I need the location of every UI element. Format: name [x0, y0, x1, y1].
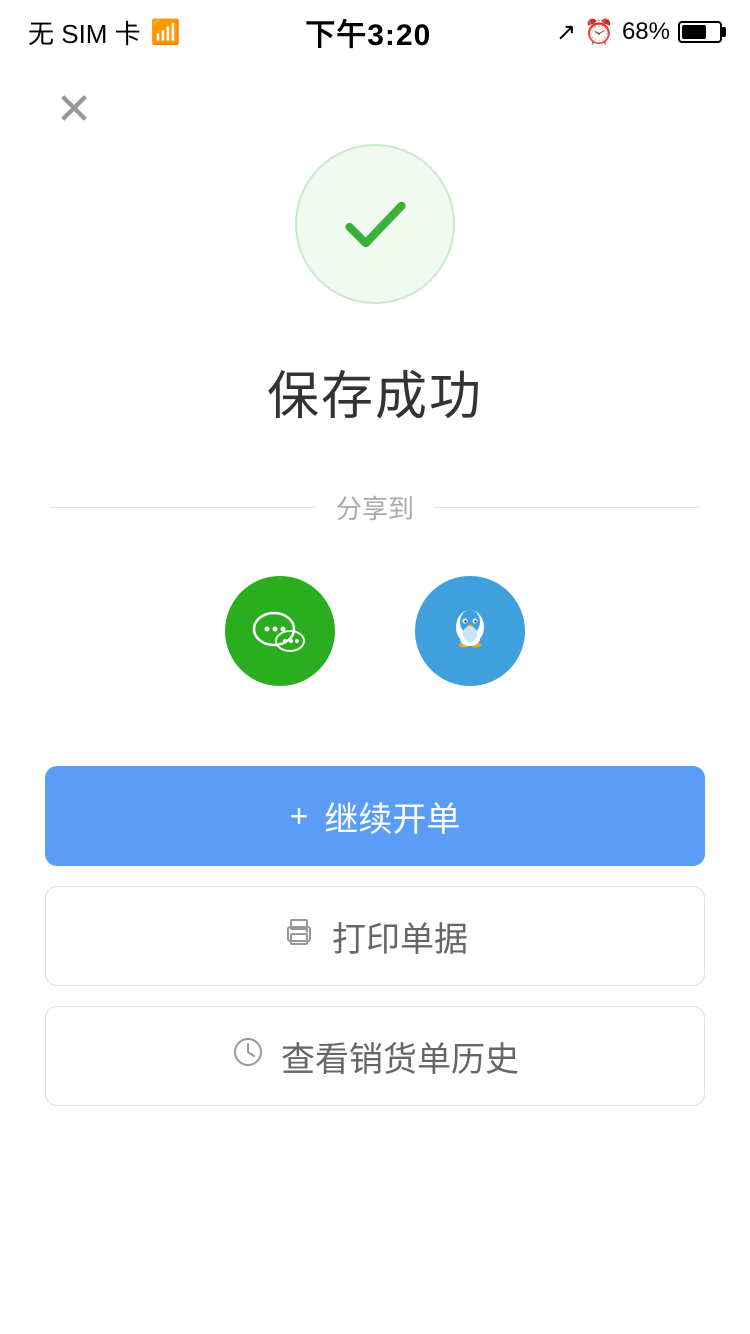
share-divider: 分享到 [50, 489, 700, 526]
clock-svg [231, 1035, 265, 1069]
history-button[interactable]: 查看销货单历史 [45, 1006, 705, 1106]
status-time: 下午3:20 [305, 10, 431, 54]
success-circle [295, 144, 455, 304]
plus-icon: + [290, 798, 309, 835]
share-icons [50, 576, 700, 686]
success-title: 保存成功 [267, 354, 483, 429]
qq-icon [441, 602, 499, 660]
continue-button[interactable]: + 继续开单 [45, 766, 705, 866]
alarm-icon: ⏰ [584, 18, 614, 47]
checkmark-icon [343, 192, 408, 257]
printer-svg [282, 915, 316, 949]
status-bar: 无 SIM 卡 📶 下午3:20 ↗ ⏰ 68% [0, 0, 750, 64]
print-button[interactable]: 打印单据 [45, 886, 705, 986]
clock-icon [231, 1035, 265, 1077]
close-button[interactable]: ✕ [44, 80, 104, 140]
action-buttons: + 继续开单 打印单据 查看销货单历史 [45, 766, 705, 1106]
status-right: ↗ ⏰ 68% [556, 18, 722, 47]
close-icon: ✕ [56, 88, 93, 132]
history-label: 查看销货单历史 [281, 1032, 519, 1081]
share-qq-button[interactable] [415, 576, 525, 686]
battery-percent: 68% [622, 18, 670, 46]
share-wechat-button[interactable] [225, 576, 335, 686]
main-content: 保存成功 分享到 [0, 64, 750, 1106]
wechat-icon [248, 599, 313, 664]
location-icon: ↗ [556, 18, 576, 47]
print-label: 打印单据 [332, 912, 468, 961]
share-label: 分享到 [316, 489, 434, 526]
continue-label: 继续开单 [324, 792, 460, 841]
battery-icon [678, 21, 722, 43]
wifi-icon: 📶 [151, 18, 181, 47]
print-icon [282, 915, 316, 957]
share-section: 分享到 [0, 489, 750, 686]
status-carrier: 无 SIM 卡 📶 [28, 14, 181, 51]
